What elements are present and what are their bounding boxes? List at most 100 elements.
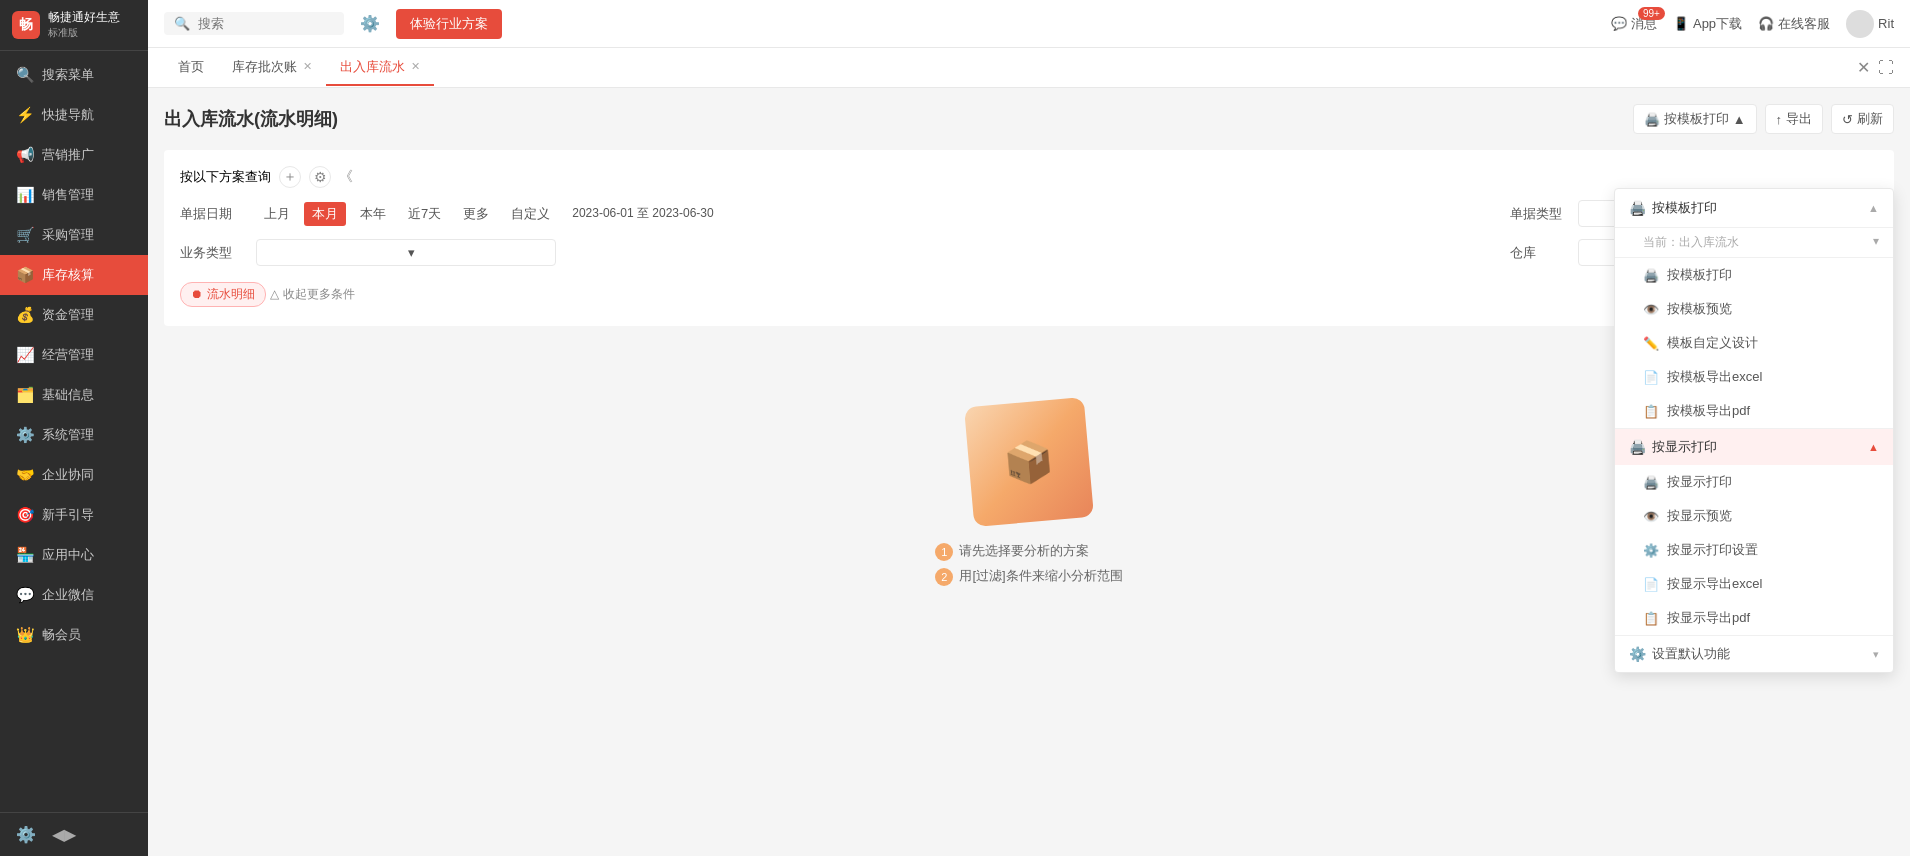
- date-this-month[interactable]: 本月: [304, 202, 346, 226]
- message-icon: 💬: [1611, 16, 1627, 31]
- sidebar-item-inventory[interactable]: 📦 库存核算: [0, 255, 148, 295]
- sidebar-item-label: 应用中心: [42, 546, 94, 564]
- tag-label: 流水明细: [207, 286, 255, 303]
- page-title: 出入库流水(流水明细): [164, 107, 338, 131]
- filter-collapse-icon[interactable]: 《: [339, 168, 353, 186]
- basic-icon: 🗂️: [16, 386, 34, 404]
- template-preview-icon: 👁️: [1643, 302, 1659, 317]
- header-right: 💬 消息 99+ 📱 App下载 🎧 在线客服 Rit: [1611, 10, 1894, 38]
- sidebar-item-member[interactable]: 👑 畅会员: [0, 615, 148, 655]
- dropdown-footer[interactable]: ⚙️ 设置默认功能 ▾: [1615, 636, 1893, 672]
- date-prev-month[interactable]: 上月: [256, 202, 298, 226]
- business-type-select[interactable]: ▾: [256, 239, 556, 266]
- sidebar-item-collab[interactable]: 🤝 企业协同: [0, 455, 148, 495]
- tab-flow-close[interactable]: ✕: [411, 60, 420, 73]
- display-export-pdf-item[interactable]: 📋 按显示导出pdf: [1615, 601, 1893, 635]
- display-preview-icon: 👁️: [1643, 509, 1659, 524]
- close-tab-button[interactable]: ✕: [1857, 58, 1870, 77]
- sidebar-item-quick-nav[interactable]: ⚡ 快捷导航: [0, 95, 148, 135]
- template-design-item[interactable]: ✏️ 模板自定义设计: [1615, 326, 1893, 360]
- template-print-dropdown: 🖨️ 按模板打印 ▲ 当前：出入库流水 ▾ 🖨️ 按模板打印 👁️ 按模板预览: [1614, 188, 1894, 673]
- refresh-button[interactable]: ↺ 刷新: [1831, 104, 1894, 134]
- date-range-display: 2023-06-01 至 2023-06-30: [572, 205, 713, 222]
- template-preview-label: 按模板预览: [1667, 300, 1732, 318]
- refresh-icon: ↺: [1842, 112, 1853, 127]
- tabs-bar: 首页 库存批次账 ✕ 出入库流水 ✕ ✕ ⛶: [148, 48, 1910, 88]
- sidebar-item-label: 库存核算: [42, 266, 94, 284]
- sidebar-item-guide[interactable]: 🎯 新手引导: [0, 495, 148, 535]
- display-print-settings-item[interactable]: ⚙️ 按显示打印设置: [1615, 533, 1893, 567]
- tip-text-1: 请先选择要分析的方案: [959, 542, 1089, 560]
- sidebar-item-operation[interactable]: 📈 经营管理: [0, 335, 148, 375]
- tip-num-1: 1: [935, 543, 953, 561]
- sidebar-item-finance[interactable]: 💰 资金管理: [0, 295, 148, 335]
- display-preview-item[interactable]: 👁️ 按显示预览: [1615, 499, 1893, 533]
- date-more[interactable]: 更多: [455, 202, 497, 226]
- collapse-label: 收起更多条件: [283, 286, 355, 303]
- template-export-excel-label: 按模板导出excel: [1667, 368, 1762, 386]
- display-export-pdf-label: 按显示导出pdf: [1667, 609, 1750, 627]
- tab-batch-close[interactable]: ✕: [303, 60, 312, 73]
- active-filter-tag[interactable]: ⏺ 流水明细: [180, 282, 266, 307]
- filter-add-button[interactable]: ＋: [279, 166, 301, 188]
- settings-icon[interactable]: ⚙️: [16, 825, 36, 844]
- template-print-button[interactable]: 🖨️ 按模板打印 ▲: [1633, 104, 1757, 134]
- messages-button[interactable]: 💬 消息 99+: [1611, 15, 1657, 33]
- empty-tip-1: 1 请先选择要分析的方案: [935, 542, 1122, 561]
- sales-icon: 📊: [16, 186, 34, 204]
- display-print-section-header[interactable]: 🖨️ 按显示打印 ▲: [1615, 429, 1893, 465]
- template-export-pdf-item[interactable]: 📋 按模板导出pdf: [1615, 394, 1893, 428]
- header-search[interactable]: 🔍: [164, 12, 344, 35]
- display-excel-icon: 📄: [1643, 577, 1659, 592]
- display-export-excel-item[interactable]: 📄 按显示导出excel: [1615, 567, 1893, 601]
- date-7days[interactable]: 近7天: [400, 202, 449, 226]
- sidebar-item-marketing[interactable]: 📢 营销推广: [0, 135, 148, 175]
- sidebar-item-label: 采购管理: [42, 226, 94, 244]
- sidebar-item-label: 经营管理: [42, 346, 94, 364]
- tab-flow[interactable]: 出入库流水 ✕: [326, 50, 434, 86]
- online-service-label: 在线客服: [1778, 15, 1830, 33]
- date-filter: 上月 本月 本年 近7天 更多 自定义 2023-06-01 至 2023-06…: [256, 202, 714, 226]
- template-print-icon: 🖨️: [1643, 268, 1659, 283]
- filter-setting-button[interactable]: ⚙: [309, 166, 331, 188]
- sidebar-footer: ⚙️ ◀▶: [0, 812, 148, 856]
- template-preview-item[interactable]: 👁️ 按模板预览: [1615, 292, 1893, 326]
- page-content: 出入库流水(流水明细) 🖨️ 按模板打印 ▲ ↑ 导出 ↺ 刷新: [148, 88, 1910, 856]
- template-export-pdf-label: 按模板导出pdf: [1667, 402, 1750, 420]
- collapse-conditions-button[interactable]: △ 收起更多条件: [266, 282, 359, 307]
- sidebar-item-wechat[interactable]: 💬 企业微信: [0, 575, 148, 615]
- date-custom[interactable]: 自定义: [503, 202, 558, 226]
- template-pdf-icon: 📋: [1643, 404, 1659, 419]
- sidebar-item-search[interactable]: 🔍 搜索菜单: [0, 55, 148, 95]
- sidebar-item-sales[interactable]: 📊 销售管理: [0, 175, 148, 215]
- template-print-item[interactable]: 🖨️ 按模板打印: [1615, 258, 1893, 292]
- sidebar-item-system[interactable]: ⚙️ 系统管理: [0, 415, 148, 455]
- export-button[interactable]: ↑ 导出: [1765, 104, 1824, 134]
- tab-home[interactable]: 首页: [164, 50, 218, 86]
- empty-tips: 1 请先选择要分析的方案 2 用[过滤]条件来缩小分析范围: [935, 542, 1122, 592]
- user-menu[interactable]: Rit: [1846, 10, 1894, 38]
- sidebar-item-appstore[interactable]: 🏪 应用中心: [0, 535, 148, 575]
- header-gear-icon[interactable]: ⚙️: [360, 14, 380, 33]
- online-service-button[interactable]: 🎧 在线客服: [1758, 15, 1830, 33]
- template-export-excel-item[interactable]: 📄 按模板导出excel: [1615, 360, 1893, 394]
- dropdown-header-icon: 🖨️: [1629, 200, 1646, 216]
- app-download-button[interactable]: 📱 App下载: [1673, 15, 1742, 33]
- dropdown-footer-label: 设置默认功能: [1652, 645, 1730, 663]
- collapse-sidebar-icon[interactable]: ◀▶: [52, 825, 76, 844]
- app-name: 畅捷通好生意: [48, 10, 120, 26]
- expand-tab-button[interactable]: ⛶: [1878, 58, 1894, 77]
- tab-batch-account[interactable]: 库存批次账 ✕: [218, 50, 326, 86]
- business-type-chevron-icon: ▾: [408, 245, 545, 260]
- sidebar-item-purchase[interactable]: 🛒 采购管理: [0, 215, 148, 255]
- doc-type-label: 单据类型: [1510, 205, 1570, 223]
- date-this-year[interactable]: 本年: [352, 202, 394, 226]
- display-section-chevron: ▲: [1868, 441, 1879, 453]
- display-print-item[interactable]: 🖨️ 按显示打印: [1615, 465, 1893, 499]
- search-input[interactable]: [198, 16, 318, 31]
- sidebar-item-label: 畅会员: [42, 626, 81, 644]
- sidebar-item-basic[interactable]: 🗂️ 基础信息: [0, 375, 148, 415]
- trial-button[interactable]: 体验行业方案: [396, 9, 502, 39]
- footer-chevron: ▾: [1873, 648, 1879, 661]
- tag-filter-icon: ⏺: [191, 287, 203, 301]
